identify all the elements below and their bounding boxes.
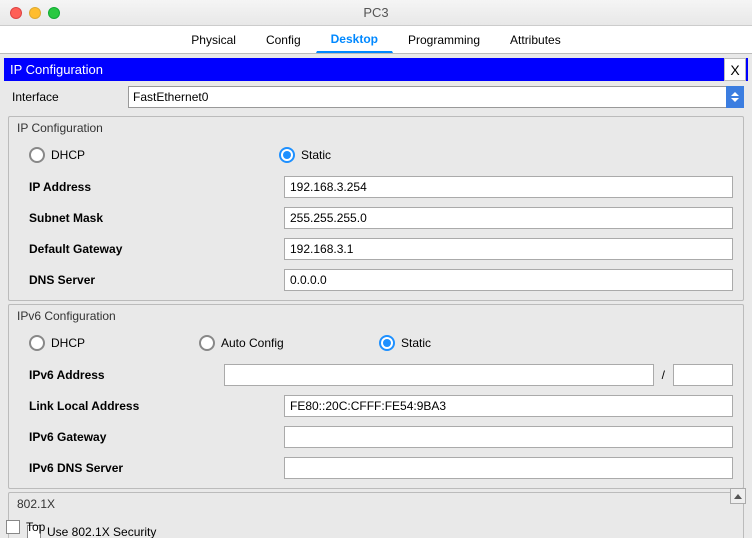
title-bar: PC3: [0, 0, 752, 26]
ip-dhcp-label: DHCP: [51, 148, 85, 162]
ip-address-label: IP Address: [29, 180, 284, 194]
ip-dhcp-radio[interactable]: [29, 147, 45, 163]
dns-server-label: DNS Server: [29, 273, 284, 287]
panel-header: IP Configuration X: [4, 58, 748, 81]
top-checkbox-label: Top: [26, 520, 45, 534]
ip-static-label: Static: [301, 148, 331, 162]
tab-bar: Physical Config Desktop Programming Attr…: [0, 26, 752, 54]
ipv6-static-label: Static: [401, 336, 431, 350]
tab-physical[interactable]: Physical: [176, 26, 251, 53]
top-checkbox[interactable]: [6, 520, 20, 534]
ip-mode-row: DHCP Static: [9, 143, 743, 173]
ipv6-gateway-input[interactable]: [284, 426, 733, 448]
dot1x-use-row: Use 802.1X Security: [9, 519, 743, 538]
subnet-mask-label: Subnet Mask: [29, 211, 284, 225]
ip-config-title: IP Configuration: [9, 117, 743, 143]
link-local-label: Link Local Address: [29, 399, 284, 413]
ipv6-dhcp-radio[interactable]: [29, 335, 45, 351]
ipv6-address-input[interactable]: [224, 364, 654, 386]
dot1x-use-label: Use 802.1X Security: [47, 525, 156, 538]
interface-label: Interface: [8, 90, 128, 104]
panel-title: IP Configuration: [10, 62, 103, 77]
ipv6-dns-label: IPv6 DNS Server: [29, 461, 284, 475]
default-gateway-input[interactable]: [284, 238, 733, 260]
dot1x-group: 802.1X Use 802.1X Security Authenticatio…: [8, 492, 744, 538]
tab-desktop[interactable]: Desktop: [316, 25, 393, 53]
ipv6-gateway-label: IPv6 Gateway: [29, 430, 284, 444]
ip-config-group: IP Configuration DHCP Static IP Address …: [8, 116, 744, 301]
ipv6-config-group: IPv6 Configuration DHCP Auto Config Stat…: [8, 304, 744, 489]
interface-select-wrap[interactable]: FastEthernet0: [128, 86, 744, 108]
subnet-mask-input[interactable]: [284, 207, 733, 229]
window-controls: [0, 7, 60, 19]
ip-static-radio[interactable]: [279, 147, 295, 163]
interface-select[interactable]: FastEthernet0: [128, 86, 744, 108]
top-checkbox-row: Top: [6, 520, 45, 534]
window-title: PC3: [363, 5, 388, 20]
maximize-window-icon[interactable]: [48, 7, 60, 19]
ipv6-config-title: IPv6 Configuration: [9, 305, 743, 331]
link-local-input[interactable]: [284, 395, 733, 417]
ipv6-auto-label: Auto Config: [221, 336, 284, 350]
close-window-icon[interactable]: [10, 7, 22, 19]
ipv6-dns-input[interactable]: [284, 457, 733, 479]
tab-config[interactable]: Config: [251, 26, 316, 53]
minimize-window-icon[interactable]: [29, 7, 41, 19]
ipv6-prefix-separator: /: [654, 368, 673, 382]
ipv6-address-label: IPv6 Address: [29, 368, 224, 382]
ipv6-mode-row: DHCP Auto Config Static: [9, 331, 743, 361]
tab-attributes[interactable]: Attributes: [495, 26, 576, 53]
ipv6-static-radio[interactable]: [379, 335, 395, 351]
dns-server-input[interactable]: [284, 269, 733, 291]
default-gateway-label: Default Gateway: [29, 242, 284, 256]
interface-row: Interface FastEthernet0: [4, 81, 748, 113]
scroll-up-icon[interactable]: [730, 488, 746, 504]
dot1x-title: 802.1X: [9, 493, 743, 519]
panel-close-button[interactable]: X: [724, 58, 746, 81]
tab-programming[interactable]: Programming: [393, 26, 495, 53]
ipv6-dhcp-label: DHCP: [51, 336, 85, 350]
ipv6-auto-radio[interactable]: [199, 335, 215, 351]
ipv6-prefix-input[interactable]: [673, 364, 733, 386]
ip-address-input[interactable]: [284, 176, 733, 198]
content-area: IP Configuration X Interface FastEtherne…: [0, 54, 752, 538]
